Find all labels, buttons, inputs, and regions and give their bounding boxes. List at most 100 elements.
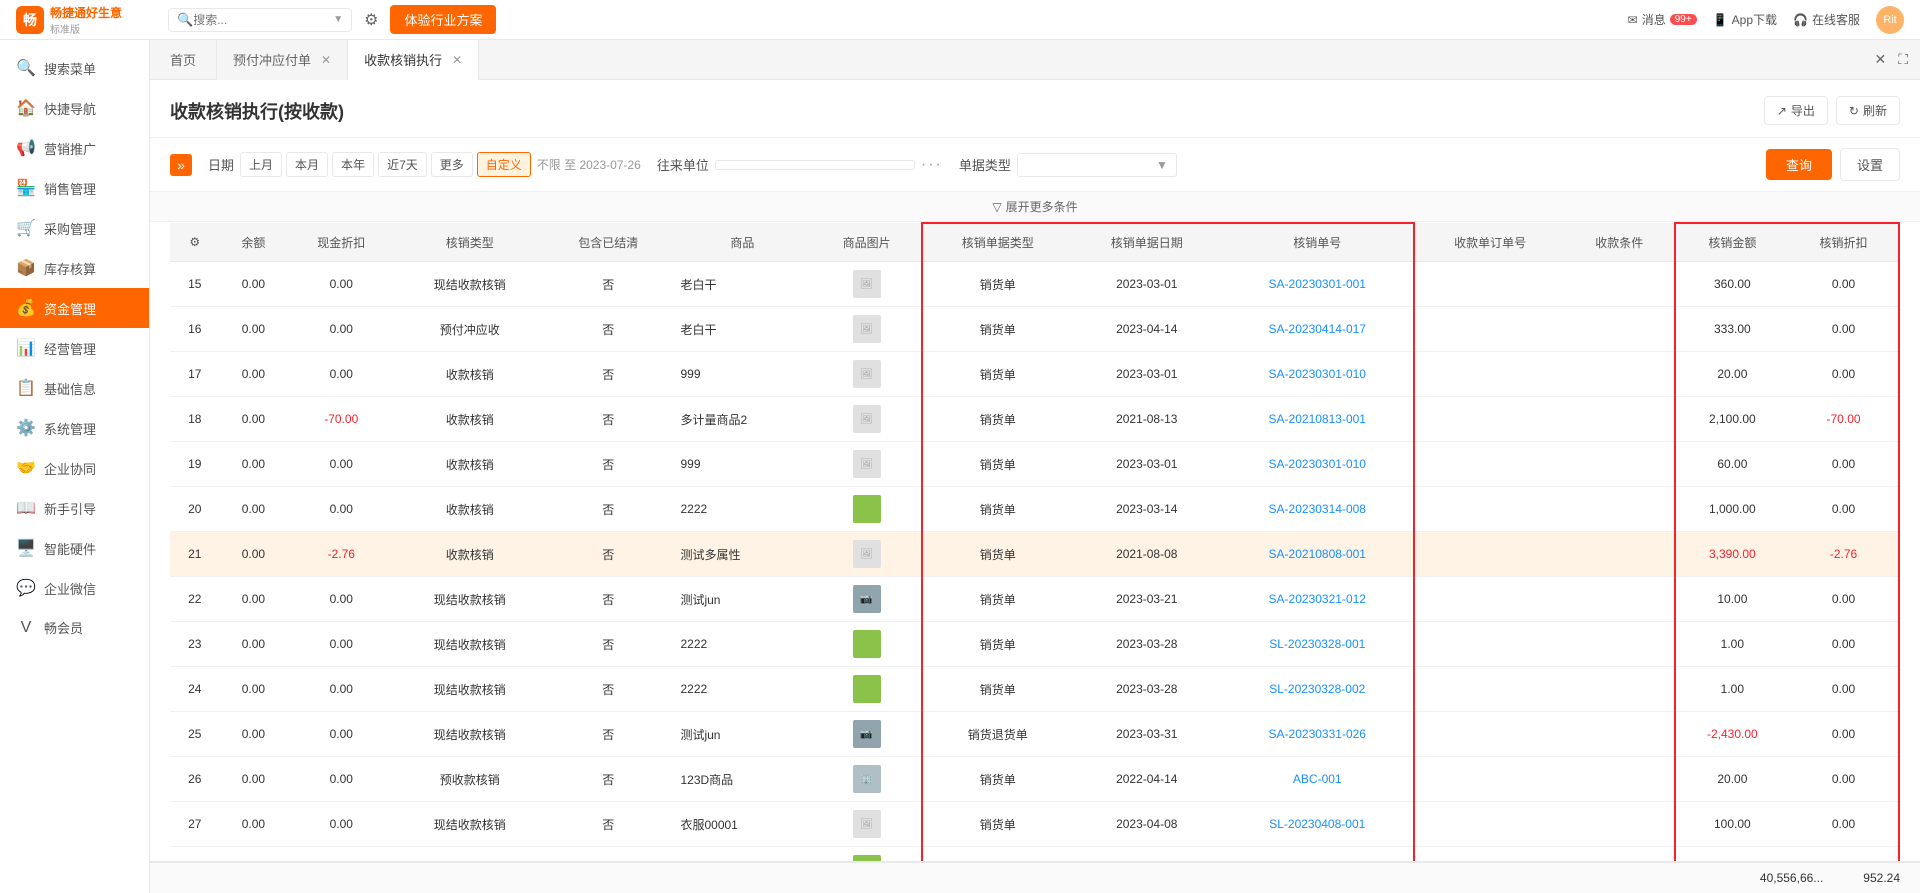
cell-cancel-voucher-no[interactable]: ABC-001 — [1221, 757, 1414, 802]
cell-cancel-voucher-no[interactable]: SA-20230414-017 — [1221, 307, 1414, 352]
cell-product-img: 🖼 — [812, 352, 922, 397]
cell-cancel-voucher-no[interactable]: SA-20210813-001 — [1221, 397, 1414, 442]
from-unit-input[interactable] — [715, 160, 915, 170]
table-container[interactable]: ⚙ 余额 现金折扣 核销类型 包含已结清 商品 商品图片 核销单据类型 核销单据… — [150, 222, 1920, 861]
message-item[interactable]: ✉ 消息 99+ — [1628, 11, 1697, 28]
cell-cancel-voucher-no[interactable]: SL-20230328-002 — [1221, 667, 1414, 712]
date-more[interactable]: 更多 — [431, 152, 473, 177]
cell-cancel-voucher-no[interactable]: SA-20210808-001 — [1221, 532, 1414, 577]
sidebar-item-corp[interactable]: 🤝 企业协同 — [0, 448, 149, 488]
sidebar-item-ops[interactable]: 📊 经营管理 — [0, 328, 149, 368]
cell-include-settled: 否 — [544, 802, 672, 847]
table-row: 22 0.00 0.00 现结收款核销 否 测试jun 📷 销货单 2023-0… — [170, 577, 1899, 622]
online-support-item[interactable]: 🎧 在线客服 — [1793, 11, 1860, 28]
cell-cash-discount: 0.00 — [287, 712, 395, 757]
expand-conditions-button[interactable]: ▽ 展开更多条件 — [992, 198, 1077, 215]
settings-button[interactable]: 设置 — [1840, 148, 1900, 181]
page-content: 收款核销执行(按收款) ↗ 导出 ↻ 刷新 » — [150, 80, 1920, 893]
cell-cancel-amount: 333.00 — [1675, 307, 1789, 352]
app-download-item[interactable]: 📱 App下载 — [1713, 11, 1777, 28]
date-this-month[interactable]: 本月 — [286, 152, 328, 177]
filter-expand-button[interactable]: » — [170, 154, 192, 176]
query-button[interactable]: 查询 — [1766, 149, 1832, 180]
sidebar-item-sales[interactable]: 🏪 销售管理 — [0, 168, 149, 208]
cell-cancel-voucher-no[interactable]: SA-20230301-010 — [1221, 352, 1414, 397]
cell-receipt-order-no — [1414, 712, 1564, 757]
sidebar-item-search[interactable]: 🔍 搜索菜单 — [0, 48, 149, 88]
cell-include-settled: 否 — [544, 532, 672, 577]
cell-cancel-voucher-no[interactable]: SA-20230321-012 — [1221, 577, 1414, 622]
table-row: 20 0.00 0.00 收款核销 否 2222 销货单 2023-03-14 … — [170, 487, 1899, 532]
sidebar-label-ops: 经营管理 — [44, 339, 96, 358]
ops-icon: 📊 — [16, 338, 36, 358]
th-product: 商品 — [672, 223, 812, 262]
avatar[interactable]: Rit — [1876, 6, 1904, 34]
cell-product: 测试jun — [672, 712, 812, 757]
cell-cancel-type: 收款核销 — [395, 487, 544, 532]
cell-cancel-voucher-no[interactable]: SA-20230301-010 — [1221, 442, 1414, 487]
tab-close-button[interactable]: ✕ — [1870, 47, 1890, 72]
tab-prepay-label: 预付冲应付单 — [233, 50, 311, 69]
tab-prepay[interactable]: 预付冲应付单 ✕ — [217, 40, 348, 80]
expand-row: ▽ 展开更多条件 — [150, 192, 1920, 222]
cell-cash-discount: -2.76 — [287, 532, 395, 577]
th-cancel-voucher-date: 核销单据日期 — [1072, 223, 1221, 262]
cell-balance: 0.00 — [220, 397, 288, 442]
cell-include-settled: 否 — [544, 667, 672, 712]
guide-icon: 📖 — [16, 498, 36, 518]
cell-cancel-discount: 0.00 — [1789, 802, 1899, 847]
refresh-button[interactable]: ↻ 刷新 — [1836, 96, 1900, 125]
cell-cancel-voucher-no[interactable]: SA-20230331-026 — [1221, 712, 1414, 757]
trial-button[interactable]: 体验行业方案 — [390, 5, 496, 34]
sidebar-item-basic[interactable]: 📋 基础信息 — [0, 368, 149, 408]
tab-actions: ✕ ⛶ — [1870, 47, 1920, 72]
sidebar-item-finance[interactable]: 💰 资金管理 — [0, 288, 149, 328]
cell-receipt-condition — [1565, 622, 1675, 667]
cell-cancel-voucher-no[interactable]: SA-20230314-008 — [1221, 487, 1414, 532]
sidebar-item-inventory[interactable]: 📦 库存核算 — [0, 248, 149, 288]
tab-receipt-cancel[interactable]: 收款核销执行 ✕ — [348, 40, 479, 80]
cell-product: 999 — [672, 352, 812, 397]
cell-cancel-voucher-date: 2021-08-08 — [1072, 532, 1221, 577]
cell-cancel-voucher-no[interactable]: SL-20230328-001 — [1221, 622, 1414, 667]
cell-cancel-voucher-no[interactable]: SL-20230408-001 — [1221, 802, 1414, 847]
sidebar-item-wechat[interactable]: 💬 企业微信 — [0, 568, 149, 608]
cell-cancel-voucher-no[interactable]: SL-20230418-001 — [1221, 847, 1414, 862]
search-box[interactable]: 🔍 ▼ — [168, 8, 352, 32]
sidebar-item-hardware[interactable]: 🖥️ 智能硬件 — [0, 528, 149, 568]
date-custom[interactable]: 自定义 — [477, 152, 531, 177]
cell-receipt-condition — [1565, 352, 1675, 397]
column-settings-icon[interactable]: ⚙ — [189, 235, 200, 249]
top-bar: 畅 畅捷通好生意 标准版 🔍 ▼ ⚙ 体验行业方案 ✉ 消息 99+ 📱 App… — [0, 0, 1920, 40]
export-button[interactable]: ↗ 导出 — [1764, 96, 1828, 125]
sidebar-item-system[interactable]: ⚙️ 系统管理 — [0, 408, 149, 448]
search-input[interactable] — [193, 13, 333, 27]
sidebar-item-quick-nav[interactable]: 🏠 快捷导航 — [0, 88, 149, 128]
content-area: 首页 预付冲应付单 ✕ 收款核销执行 ✕ ✕ ⛶ 收款核销执行(按收款) ↗ — [150, 40, 1920, 893]
logo-subtitle: 标准版 — [50, 21, 122, 36]
cell-cancel-discount: 0.00 — [1789, 352, 1899, 397]
tab-receipt-cancel-close[interactable]: ✕ — [452, 53, 462, 67]
date-last-month[interactable]: 上月 — [240, 152, 282, 177]
date-this-year[interactable]: 本年 — [332, 152, 374, 177]
tab-expand-button[interactable]: ⛶ — [1894, 47, 1912, 72]
sidebar-item-guide[interactable]: 📖 新手引导 — [0, 488, 149, 528]
voucher-type-select[interactable]: ▼ — [1017, 153, 1177, 177]
cell-cancel-voucher-date: 2023-04-18 — [1072, 847, 1221, 862]
sidebar-item-purchase[interactable]: 🛒 采购管理 — [0, 208, 149, 248]
sidebar-item-marketing[interactable]: 📢 营销推广 — [0, 128, 149, 168]
cell-receipt-order-no — [1414, 847, 1564, 862]
main-layout: 🔍 搜索菜单 🏠 快捷导航 📢 营销推广 🏪 销售管理 🛒 采购管理 📦 库存核… — [0, 40, 1920, 893]
gear-icon[interactable]: ⚙ — [364, 10, 378, 30]
tab-home[interactable]: 首页 — [150, 40, 217, 80]
cell-cancel-voucher-no[interactable]: SA-20230301-001 — [1221, 262, 1414, 307]
sidebar-item-vip[interactable]: V 畅会员 — [0, 608, 149, 647]
sidebar-label-corp: 企业协同 — [44, 459, 96, 478]
cell-receipt-order-no — [1414, 397, 1564, 442]
table-header-row: ⚙ 余额 现金折扣 核销类型 包含已结清 商品 商品图片 核销单据类型 核销单据… — [170, 223, 1899, 262]
cell-include-settled: 否 — [544, 352, 672, 397]
tab-prepay-close[interactable]: ✕ — [321, 53, 331, 67]
cell-balance: 0.00 — [220, 532, 288, 577]
th-settings[interactable]: ⚙ — [170, 223, 220, 262]
date-last-7-days[interactable]: 近7天 — [378, 152, 427, 177]
